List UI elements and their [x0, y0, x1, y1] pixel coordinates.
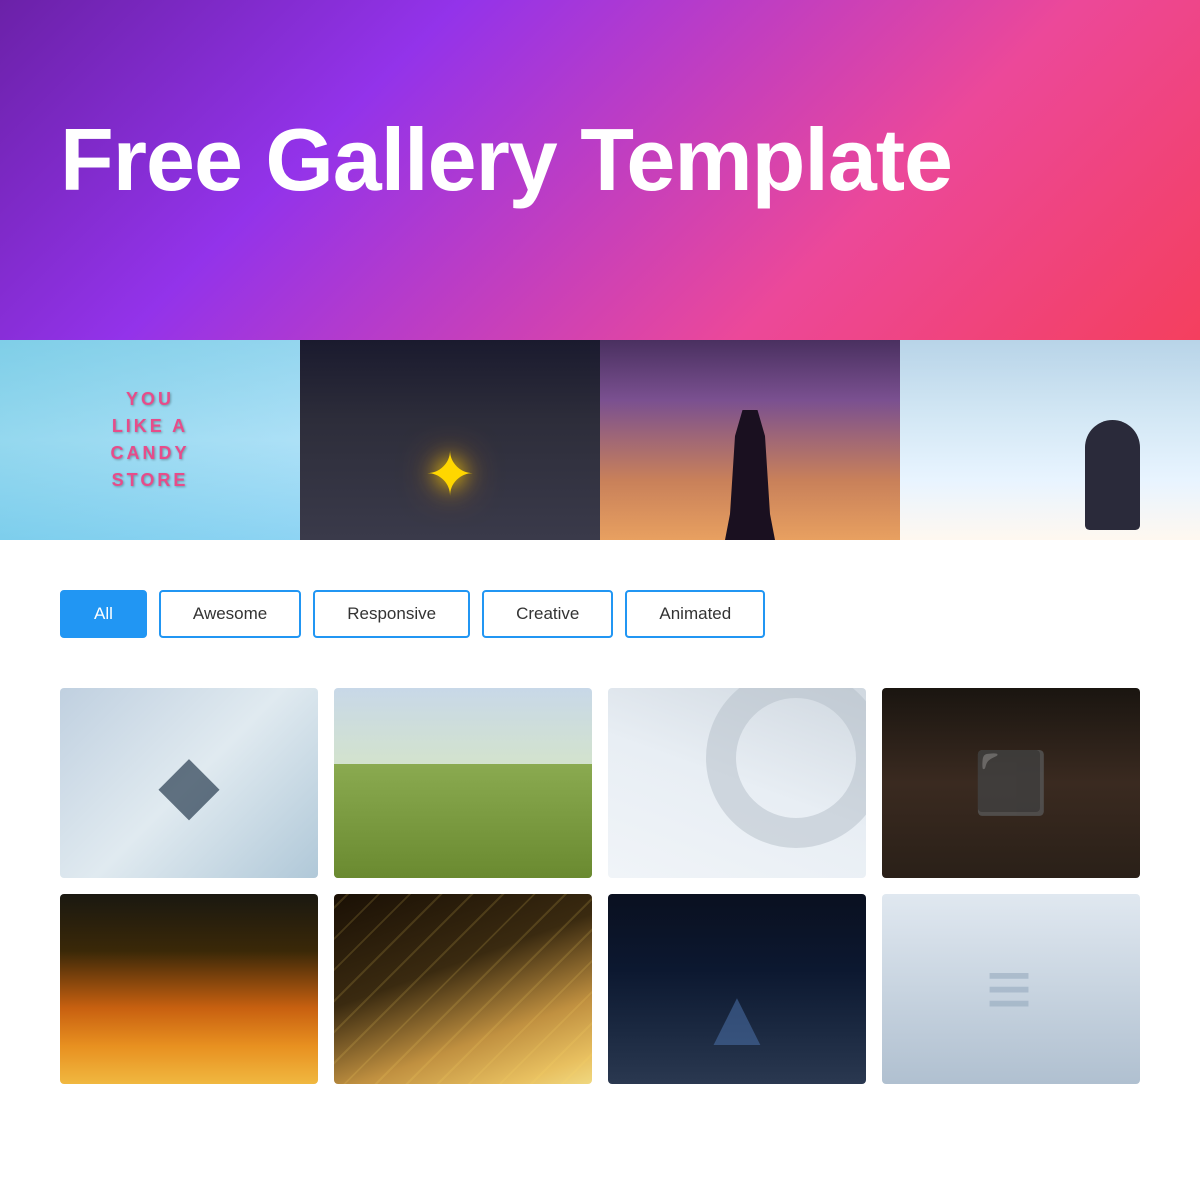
gallery-item-2[interactable]	[334, 688, 592, 878]
banner-image-candy: YOULIKE ACANDYSTORE	[0, 340, 300, 540]
banner-image-sparkler	[300, 340, 600, 540]
gallery-item-7[interactable]	[608, 894, 866, 1084]
gallery-item-5[interactable]	[60, 894, 318, 1084]
gallery-section	[0, 668, 1200, 1144]
filter-btn-creative[interactable]: Creative	[482, 590, 613, 638]
filter-btn-awesome[interactable]: Awesome	[159, 590, 301, 638]
gallery-item-6[interactable]	[334, 894, 592, 1084]
gallery-grid	[60, 688, 1140, 1084]
page-title: Free Gallery Template	[60, 112, 952, 209]
gallery-item-1[interactable]	[60, 688, 318, 878]
candy-text: YOULIKE ACANDYSTORE	[110, 386, 189, 494]
banner-image-person	[900, 340, 1200, 540]
gallery-item-3[interactable]	[608, 688, 866, 878]
filter-section: All Awesome Responsive Creative Animated	[0, 540, 1200, 668]
banner-strip: YOULIKE ACANDYSTORE	[0, 340, 1200, 540]
hero-section: Free Gallery Template	[0, 0, 1200, 340]
filter-btn-responsive[interactable]: Responsive	[313, 590, 470, 638]
banner-image-silhouette	[600, 340, 900, 540]
filter-btn-animated[interactable]: Animated	[625, 590, 765, 638]
gallery-item-8[interactable]	[882, 894, 1140, 1084]
gallery-item-4[interactable]	[882, 688, 1140, 878]
filter-btn-all[interactable]: All	[60, 590, 147, 638]
